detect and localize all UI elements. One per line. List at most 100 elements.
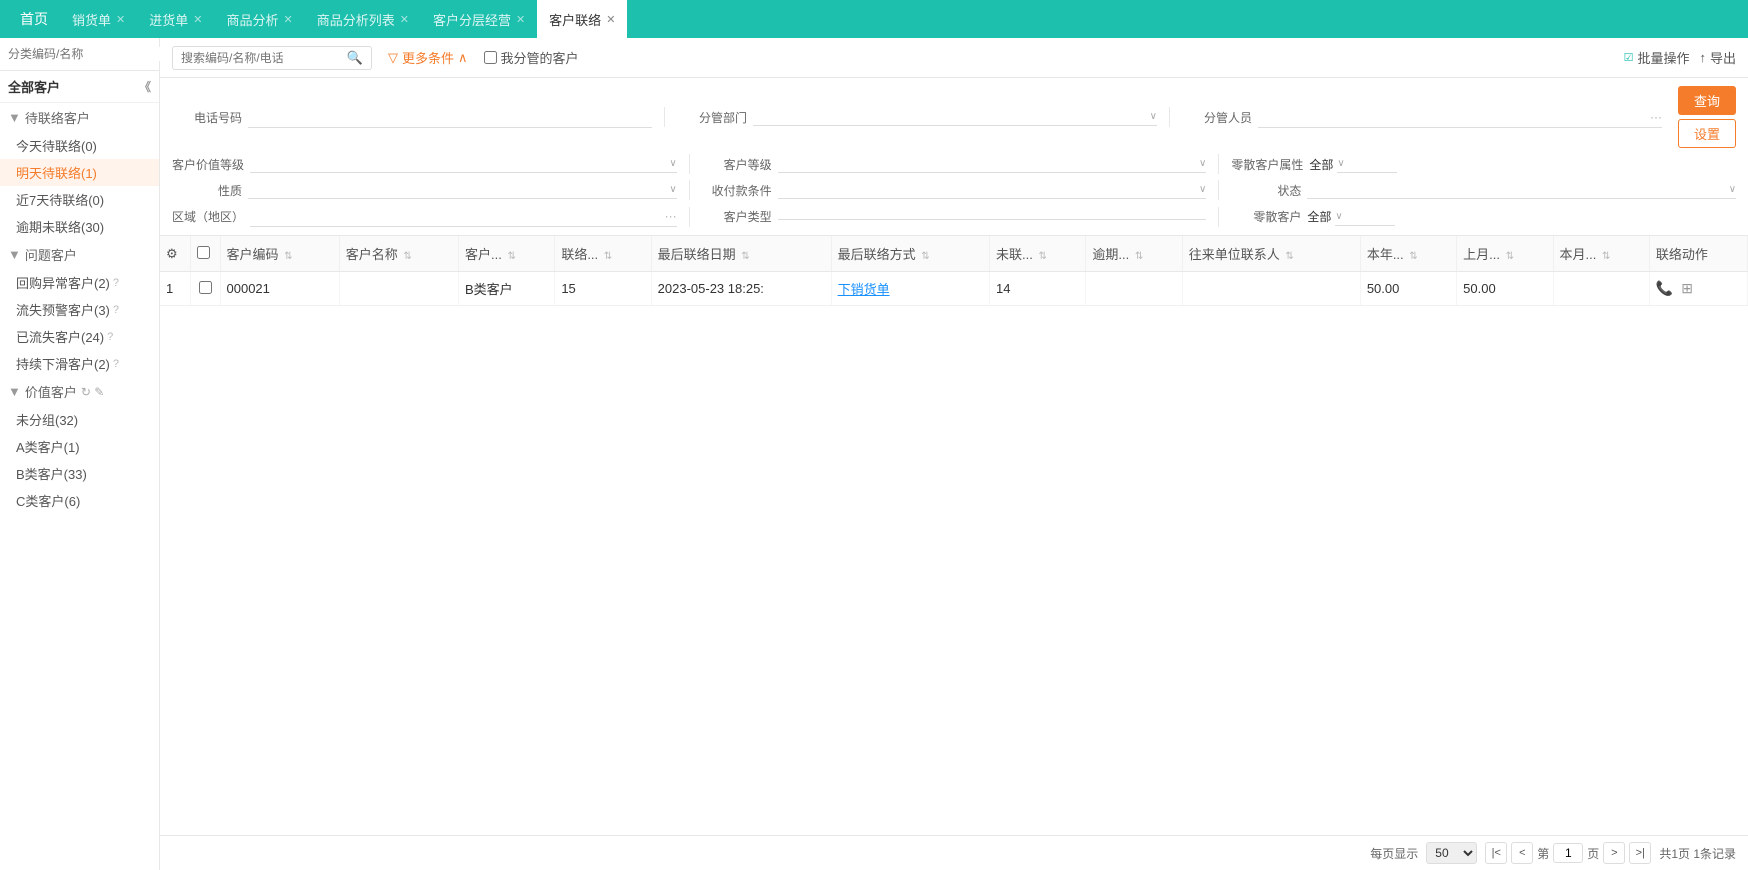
sort-icon11[interactable]: ⇅ — [1506, 251, 1514, 262]
cell-unit-contact: 联系人 — [1182, 272, 1360, 306]
sort-icon12[interactable]: ⇅ — [1602, 251, 1610, 262]
filter-staff-select[interactable]: ··· — [1258, 107, 1662, 128]
select-all-checkbox[interactable] — [197, 246, 210, 259]
help-icon[interactable]: ? — [113, 277, 119, 289]
sidebar-all-customers[interactable]: 全部客户 《 — [0, 71, 159, 103]
per-page-select[interactable]: 50 100 200 — [1426, 842, 1477, 864]
sidebar-item-ungrouped[interactable]: 未分组(32) — [0, 406, 159, 433]
filter-dept-select[interactable]: ∨ — [753, 108, 1157, 126]
sidebar-item-class-c[interactable]: C类客户(6) — [0, 487, 159, 514]
nav-tab-productanalysis[interactable]: 商品分析 ✕ — [214, 0, 304, 38]
filter-region-select[interactable]: ··· — [250, 206, 677, 227]
filter-phone-label: 电话号码 — [172, 109, 242, 126]
settings-button[interactable]: 设置 — [1678, 119, 1736, 148]
close-customercontact-icon[interactable]: ✕ — [606, 13, 615, 26]
help-icon3[interactable]: ? — [107, 331, 113, 343]
page-nav: |< < 第 页 > >| — [1485, 842, 1651, 864]
phone-icon[interactable]: 📞 — [1656, 280, 1673, 297]
sidebar-group-pending[interactable]: ▼ 待联络客户 — [0, 103, 159, 132]
sidebar-search-input[interactable] — [8, 47, 163, 61]
my-customer-checkbox-area[interactable]: 我分管的客户 — [484, 48, 579, 67]
cell-customer-name: Ea — [339, 272, 458, 306]
sort-icon7[interactable]: ⇅ — [1039, 251, 1047, 262]
cell-last-contact-date: 2023-05-23 18:25: — [651, 272, 831, 306]
close-customerlayer-icon[interactable]: ✕ — [516, 13, 525, 26]
filter-clevel-select[interactable]: ∨ — [778, 155, 1207, 173]
sidebar-item-churn-warn[interactable]: 流失预警客户(3) ? — [0, 296, 159, 323]
value-group-icons: ↻ ✎ — [81, 385, 104, 399]
nav-tab-customercontact[interactable]: 客户联络 ✕ — [537, 0, 627, 38]
chevron-down-icon: ∨ — [1150, 111, 1157, 122]
grid-icon[interactable]: ⊞ — [1681, 280, 1693, 297]
sort-icon2[interactable]: ⇅ — [403, 251, 411, 262]
col-checkbox[interactable] — [190, 236, 220, 272]
toolbar-search-icon[interactable]: 🔍 — [347, 50, 363, 66]
cell-last-contact-method[interactable]: 下销货单 — [831, 272, 989, 306]
filter-cvalue-select[interactable]: ∨ — [250, 155, 677, 173]
sidebar-item-overdue[interactable]: 逾期未联络(30) — [0, 213, 159, 240]
export-button[interactable]: ↑ 导出 — [1699, 48, 1736, 67]
close-productanalysislist-icon[interactable]: ✕ — [400, 13, 409, 26]
sort-icon3[interactable]: ⇅ — [507, 251, 515, 262]
sort-icon6[interactable]: ⇅ — [921, 251, 929, 262]
next-page-button[interactable]: > — [1603, 842, 1625, 864]
settings-icon[interactable]: ⚙ — [166, 246, 178, 261]
close-purchaseorder-icon[interactable]: ✕ — [193, 13, 202, 26]
nav-tab-purchaseorder[interactable]: 进货单 ✕ — [137, 0, 214, 38]
filter-nature-select[interactable]: ∨ — [248, 181, 677, 199]
cell-contact-count: 15 — [555, 272, 651, 306]
sidebar-item-today[interactable]: 今天待联络(0) — [0, 132, 159, 159]
col-this-year: 本年... ⇅ — [1360, 236, 1456, 272]
filter-retailattr-select[interactable]: ∨ — [1337, 155, 1397, 173]
col-last-month: 上月... ⇅ — [1457, 236, 1553, 272]
close-productanalysis-icon[interactable]: ✕ — [283, 13, 292, 26]
filter-more-button[interactable]: ▽ 更多条件 ∧ — [380, 44, 476, 71]
last-page-button[interactable]: >| — [1629, 842, 1651, 864]
sidebar-item-repurchase[interactable]: 回购异常客户(2) ? — [0, 269, 159, 296]
filter-retail-select[interactable]: ∨ — [1335, 208, 1395, 226]
nav-home[interactable]: 首页 — [8, 0, 60, 38]
sort-icon10[interactable]: ⇅ — [1409, 251, 1417, 262]
sidebar-collapse-icon[interactable]: 《 — [139, 78, 151, 95]
sidebar-item-week7[interactable]: 近7天待联络(0) — [0, 186, 159, 213]
filter-payment-field: 收付款条件 ∨ — [702, 181, 1207, 199]
filter-panel: 电话号码 分管部门 ∨ 分管人员 — [160, 78, 1748, 236]
sort-icon[interactable]: ⇅ — [284, 251, 292, 262]
close-salesorder-icon[interactable]: ✕ — [116, 13, 125, 26]
cell-checkbox[interactable] — [190, 272, 220, 306]
nav-tab-salesorder[interactable]: 销货单 ✕ — [60, 0, 137, 38]
sidebar-group-value[interactable]: ▼ 价值客户 ↻ ✎ — [0, 377, 159, 406]
filter-status-select[interactable]: ∨ — [1307, 181, 1736, 199]
sidebar-item-declining[interactable]: 持续下滑客户(2) ? — [0, 350, 159, 377]
filter-ctype-select[interactable] — [778, 213, 1207, 220]
help-icon2[interactable]: ? — [113, 304, 119, 316]
query-button[interactable]: 查询 — [1678, 86, 1736, 115]
filter-payment-select[interactable]: ∨ — [778, 181, 1207, 199]
filter-ctype-label: 客户类型 — [702, 208, 772, 225]
sort-icon5[interactable]: ⇅ — [741, 251, 749, 262]
prev-page-button[interactable]: < — [1511, 842, 1533, 864]
row-checkbox[interactable] — [199, 281, 212, 294]
sort-icon9[interactable]: ⇅ — [1285, 251, 1293, 262]
page-suffix: 页 — [1587, 845, 1599, 862]
sidebar-group-problem[interactable]: ▼ 问题客户 — [0, 240, 159, 269]
page-input[interactable] — [1553, 843, 1583, 863]
first-page-button[interactable]: |< — [1485, 842, 1507, 864]
filter-retail-field: 零散客户 全部 ∨ — [1231, 208, 1736, 226]
col-settings[interactable]: ⚙ — [160, 236, 190, 272]
sidebar-item-class-b[interactable]: B类客户(33) — [0, 460, 159, 487]
nav-tab-productanalysislist[interactable]: 商品分析列表 ✕ — [305, 0, 421, 38]
sidebar-item-tomorrow[interactable]: 明天待联络(1) — [0, 159, 159, 186]
filter-phone-input[interactable] — [248, 107, 652, 128]
batch-op-button[interactable]: ☑ 批量操作 — [1624, 48, 1690, 67]
nav-tab-customerlayer[interactable]: 客户分层经营 ✕ — [421, 0, 537, 38]
sidebar-item-churned[interactable]: 已流失客户(24) ? — [0, 323, 159, 350]
my-customer-checkbox[interactable] — [484, 51, 497, 64]
sort-icon8[interactable]: ⇅ — [1135, 251, 1143, 262]
contact-method-link[interactable]: 下销货单 — [838, 282, 890, 297]
help-icon4[interactable]: ? — [113, 358, 119, 370]
sort-icon4[interactable]: ⇅ — [604, 251, 612, 262]
search-input[interactable] — [181, 51, 347, 65]
checkbox-icon: ☑ — [1624, 51, 1634, 64]
sidebar-item-class-a[interactable]: A类客户(1) — [0, 433, 159, 460]
